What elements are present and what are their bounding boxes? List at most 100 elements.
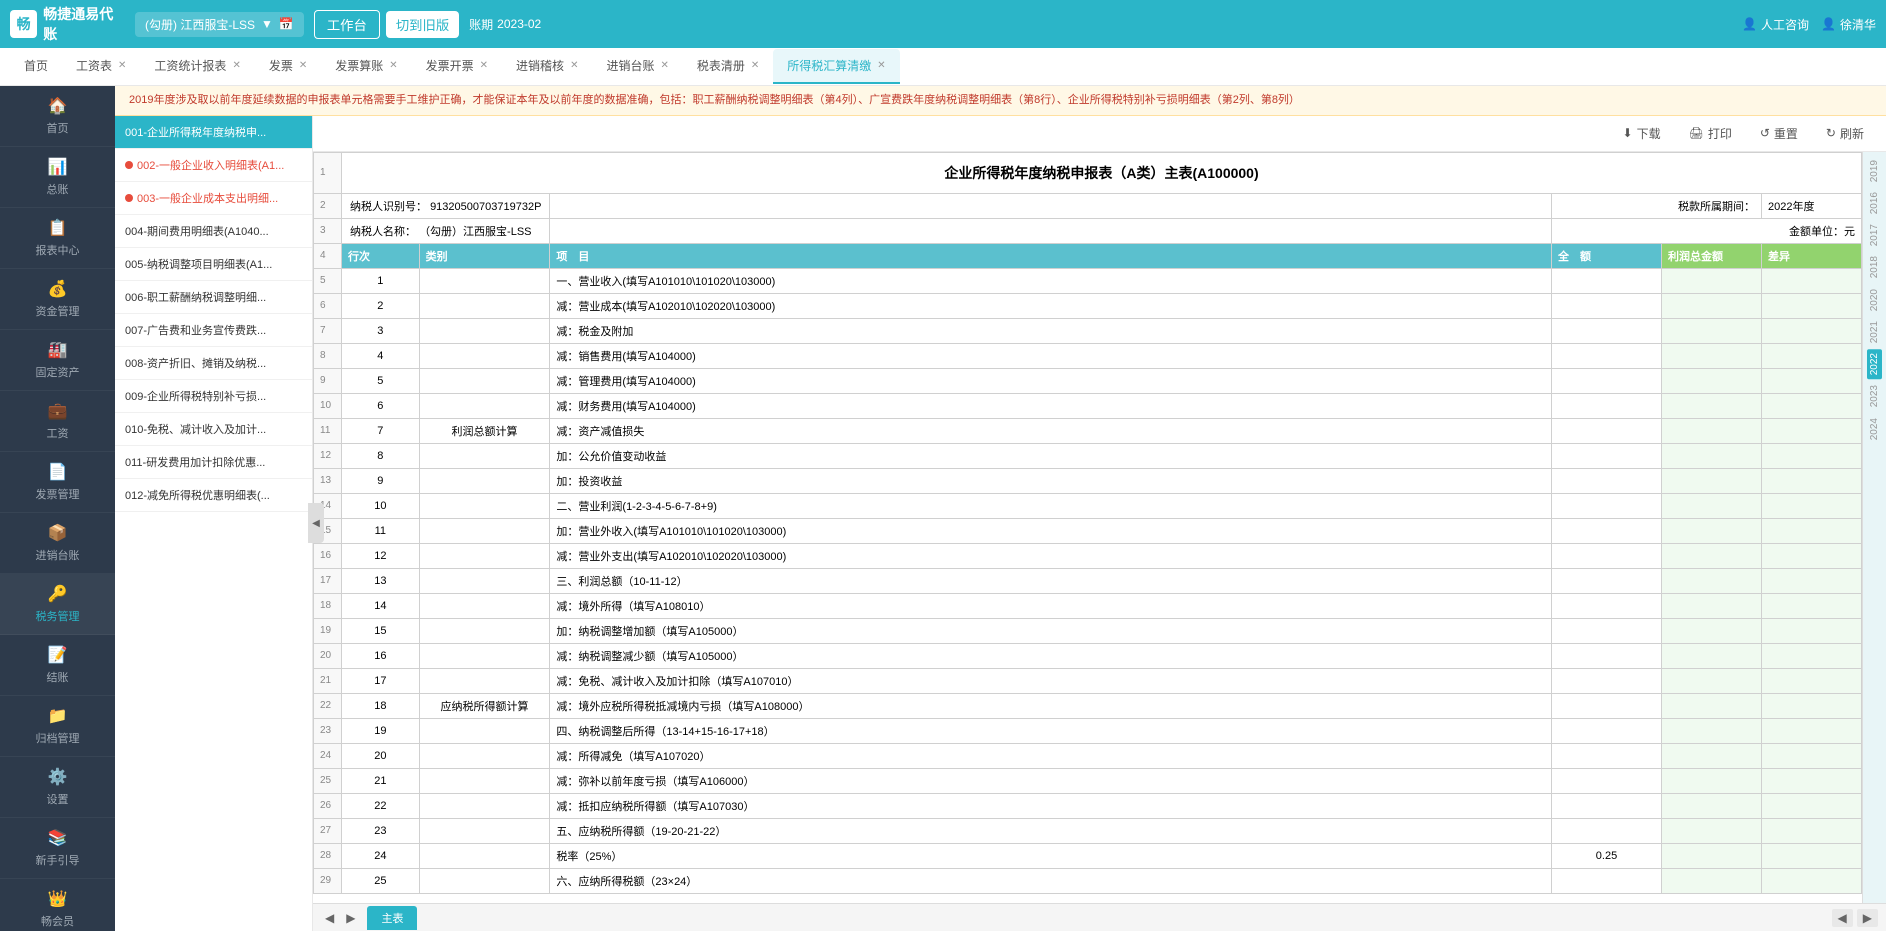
diff-cell[interactable]	[1762, 793, 1862, 818]
amount-cell[interactable]	[1552, 743, 1662, 768]
report-item-011[interactable]: 011-研发费用加计扣除优惠...	[115, 446, 312, 479]
tab-payroll[interactable]: 工资表✕	[62, 49, 140, 84]
report-item-008[interactable]: 008-资产折旧、摊销及纳税...	[115, 347, 312, 380]
prev-arrow[interactable]: ◀	[321, 909, 338, 927]
item-cell[interactable]: 加：公允价值变动收益	[550, 443, 1552, 468]
item-cell[interactable]: 五、应纳税所得额（19-20-21-22）	[550, 818, 1552, 843]
spreadsheet-wrapper[interactable]: 1 企业所得税年度纳税申报表（A类）主表(A100000) 2 纳税人识别号： …	[313, 152, 1862, 904]
item-cell[interactable]: 减：管理费用(填写A104000)	[550, 368, 1552, 393]
item-cell[interactable]: 减：营业外支出(填写A102010\102020\103000)	[550, 543, 1552, 568]
line-cell[interactable]: 5	[342, 368, 420, 393]
user-menu-button[interactable]: 👤 徐清华	[1821, 16, 1876, 33]
item-cell[interactable]: 四、纳税调整后所得（13-14+15-16-17+18）	[550, 718, 1552, 743]
line-cell[interactable]: 15	[342, 618, 420, 643]
tab-home[interactable]: 首页	[10, 49, 62, 84]
close-icon[interactable]: ✕	[877, 60, 885, 71]
profit-cell[interactable]	[1662, 743, 1762, 768]
sidebar-item-archive[interactable]: 📁 归档管理	[0, 696, 115, 757]
download-button[interactable]: ⬇ 下载	[1615, 122, 1669, 145]
diff-cell[interactable]	[1762, 743, 1862, 768]
diff-cell[interactable]	[1762, 518, 1862, 543]
line-cell[interactable]: 19	[342, 718, 420, 743]
report-item-006[interactable]: 006-职工薪酬纳税调整明细...	[115, 281, 312, 314]
sidebar-item-home[interactable]: 🏠 首页	[0, 86, 115, 147]
close-icon[interactable]: ✕	[660, 60, 668, 71]
amount-cell[interactable]	[1552, 668, 1662, 693]
item-cell[interactable]: 减：财务费用(填写A104000)	[550, 393, 1552, 418]
report-item-010[interactable]: 010-免税、减计收入及加计...	[115, 413, 312, 446]
amount-cell[interactable]	[1552, 343, 1662, 368]
profit-cell[interactable]	[1662, 368, 1762, 393]
reset-button[interactable]: ↺ 重置	[1752, 122, 1806, 145]
report-item-004[interactable]: 004-期间费用明细表(A1040...	[115, 215, 312, 248]
profit-cell[interactable]	[1662, 443, 1762, 468]
report-item-012[interactable]: 012-减免所得税优惠明细表(...	[115, 479, 312, 512]
diff-cell[interactable]	[1762, 593, 1862, 618]
line-cell[interactable]: 14	[342, 593, 420, 618]
company-selector[interactable]: (勾册) 江西服宝-LSS ▼ 📅	[135, 12, 304, 37]
sidebar-item-assets[interactable]: 🏭 固定资产	[0, 330, 115, 391]
amount-cell[interactable]	[1552, 318, 1662, 343]
profit-cell[interactable]	[1662, 468, 1762, 493]
year-2020[interactable]: 2020	[1867, 285, 1882, 315]
diff-cell[interactable]	[1762, 318, 1862, 343]
year-2023[interactable]: 2023	[1867, 381, 1882, 411]
diff-cell[interactable]	[1762, 668, 1862, 693]
diff-cell[interactable]	[1762, 868, 1862, 893]
line-cell[interactable]: 9	[342, 468, 420, 493]
sidebar-item-settings[interactable]: ⚙️ 设置	[0, 757, 115, 818]
diff-cell[interactable]	[1762, 543, 1862, 568]
year-2019[interactable]: 2019	[1867, 156, 1882, 186]
sidebar-item-funds[interactable]: 💰 资金管理	[0, 269, 115, 330]
diff-cell[interactable]	[1762, 343, 1862, 368]
diff-cell[interactable]	[1762, 443, 1862, 468]
diff-cell[interactable]	[1762, 643, 1862, 668]
diff-cell[interactable]	[1762, 768, 1862, 793]
profit-cell[interactable]	[1662, 393, 1762, 418]
diff-cell[interactable]	[1762, 393, 1862, 418]
scroll-right-button[interactable]: ▶	[1857, 909, 1878, 927]
amount-cell[interactable]	[1552, 493, 1662, 518]
line-cell[interactable]: 25	[342, 868, 420, 893]
tab-invoice[interactable]: 发票✕	[255, 49, 321, 84]
tab-purchase-ledger[interactable]: 进销台账✕	[592, 49, 682, 84]
close-icon[interactable]: ✕	[570, 60, 578, 71]
report-item-005[interactable]: 005-纳税调整项目明细表(A1...	[115, 248, 312, 281]
line-cell[interactable]: 21	[342, 768, 420, 793]
amount-cell[interactable]	[1552, 868, 1662, 893]
sidebar-item-payroll[interactable]: 💼 工资	[0, 391, 115, 452]
close-icon[interactable]: ✕	[480, 60, 488, 71]
diff-cell[interactable]	[1762, 718, 1862, 743]
line-cell[interactable]: 6	[342, 393, 420, 418]
amount-cell[interactable]: 0.25	[1552, 843, 1662, 868]
line-cell[interactable]: 3	[342, 318, 420, 343]
item-cell[interactable]: 税率（25%）	[550, 843, 1552, 868]
line-cell[interactable]: 16	[342, 643, 420, 668]
close-icon[interactable]: ✕	[299, 60, 307, 71]
profit-cell[interactable]	[1662, 493, 1762, 518]
profit-cell[interactable]	[1662, 768, 1762, 793]
switch-old-button[interactable]: 切到旧版	[386, 11, 459, 38]
item-cell[interactable]: 加：营业外收入(填写A101010\101020\103000)	[550, 518, 1552, 543]
print-button[interactable]: 🖨 打印	[1681, 122, 1740, 145]
sidebar-item-reports[interactable]: 📋 报表中心	[0, 208, 115, 269]
profit-cell[interactable]	[1662, 343, 1762, 368]
item-cell[interactable]: 三、利润总额（10-11-12）	[550, 568, 1552, 593]
line-cell[interactable]: 2	[342, 293, 420, 318]
diff-cell[interactable]	[1762, 368, 1862, 393]
item-cell[interactable]: 二、营业利润(1-2-3-4-5-6-7-8+9)	[550, 493, 1552, 518]
item-cell[interactable]: 加：投资收益	[550, 468, 1552, 493]
year-2024[interactable]: 2024	[1867, 414, 1882, 444]
diff-cell[interactable]	[1762, 568, 1862, 593]
sidebar-item-vip[interactable]: 👑 畅会员	[0, 879, 115, 931]
nav-collapse-button[interactable]: ◀	[308, 503, 324, 543]
item-cell[interactable]: 减：营业成本(填写A102010\102020\103000)	[550, 293, 1552, 318]
year-2017[interactable]: 2017	[1867, 220, 1882, 250]
report-item-001[interactable]: 001-企业所得税年度纳税申...	[115, 116, 312, 149]
amount-cell[interactable]	[1552, 443, 1662, 468]
diff-cell[interactable]	[1762, 468, 1862, 493]
profit-cell[interactable]	[1662, 568, 1762, 593]
amount-cell[interactable]	[1552, 518, 1662, 543]
profit-cell[interactable]	[1662, 793, 1762, 818]
report-item-007[interactable]: 007-广告费和业务宣传费跌...	[115, 314, 312, 347]
